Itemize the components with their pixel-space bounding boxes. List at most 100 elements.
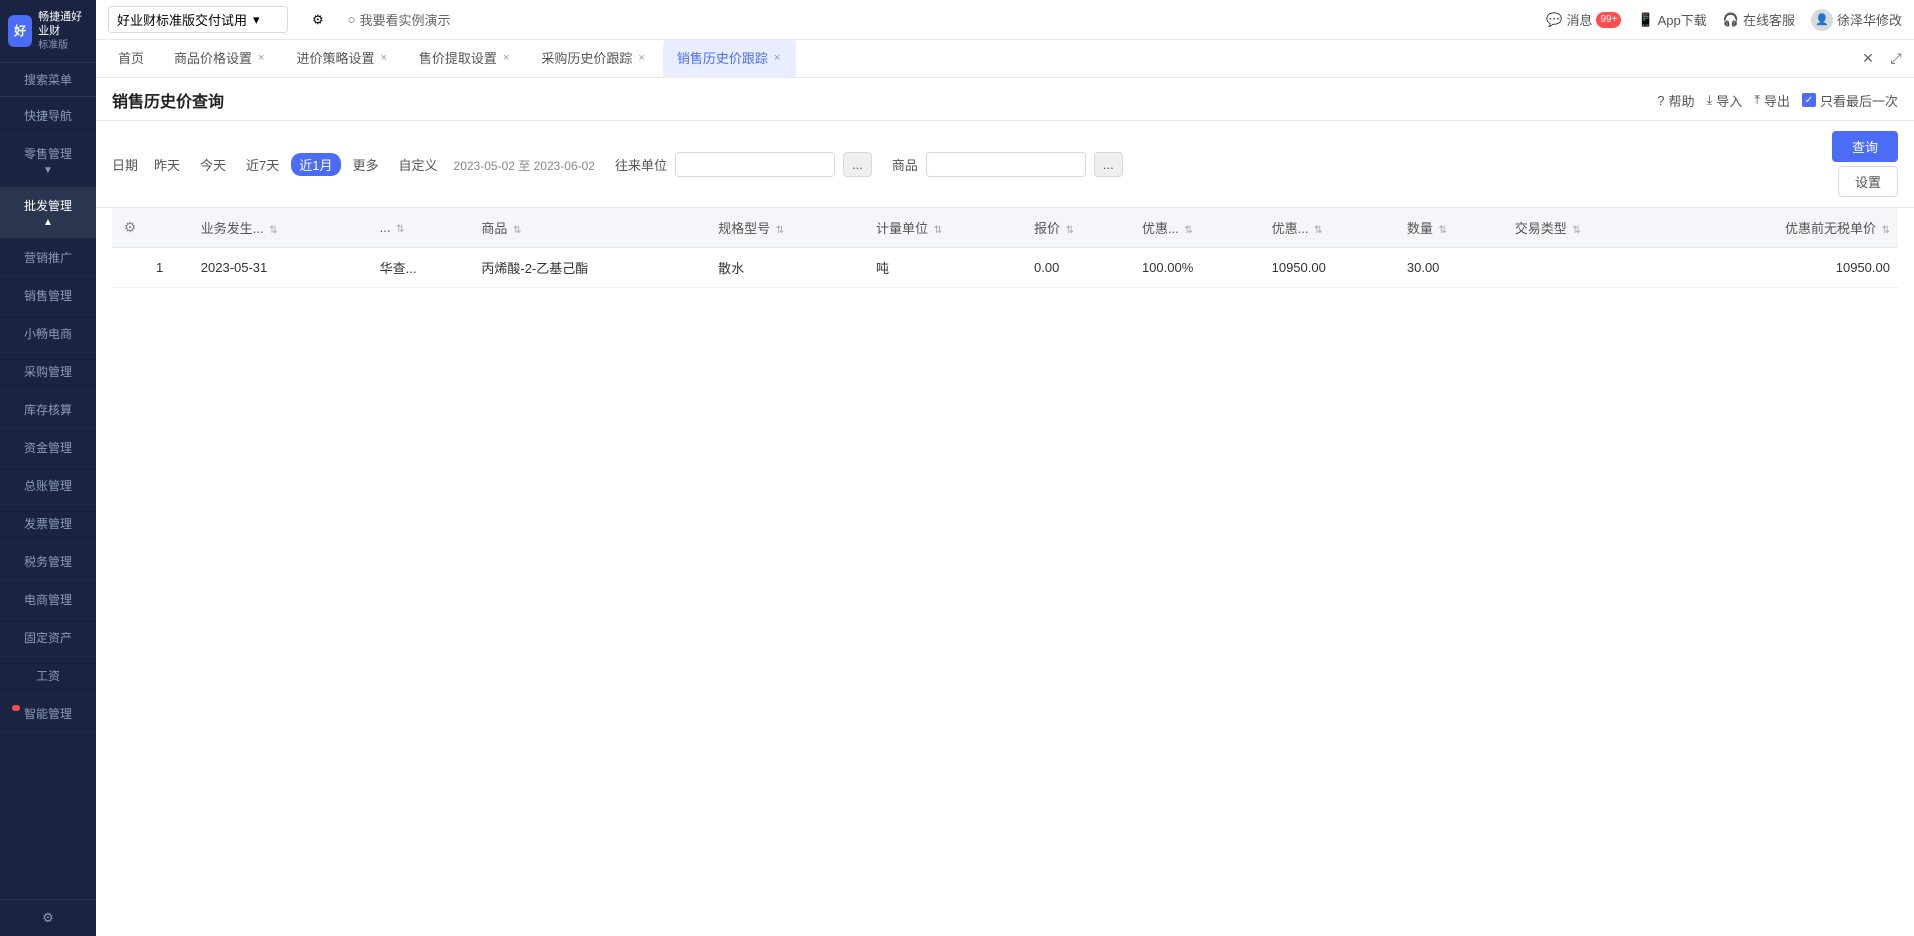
tab-close-sales-history[interactable]: × <box>772 52 782 64</box>
tab-close-product-price[interactable]: × <box>256 52 266 64</box>
date-option-last7[interactable]: 近7天 <box>238 153 287 176</box>
sidebar-item-marketing[interactable]: 营销推广 <box>0 239 96 277</box>
col-gear: ⚙ <box>112 208 148 248</box>
download-icon: 📱 <box>1637 12 1653 28</box>
tab-sales-history[interactable]: 销售历史价跟踪 × <box>663 40 796 77</box>
row-product: 丙烯酸-2-乙基己酯 <box>473 248 710 288</box>
sidebar-item-ecommerce-small[interactable]: 小畅电商 <box>0 315 96 353</box>
page-header: 销售历史价查询 ? 帮助 ⤓ 导入 ⤒ 导出 ✓ 只看最后一次 <box>96 78 1914 121</box>
sidebar-item-wholesale[interactable]: 批发管理 ▲ <box>0 187 96 239</box>
sidebar-item-invoice[interactable]: 发票管理 <box>0 505 96 543</box>
col-discount1[interactable]: 优惠... ⇅ <box>1134 208 1264 248</box>
app-name: 畅捷通好业财 标准版 <box>38 10 88 52</box>
source-unit-more-button[interactable]: ... <box>843 152 872 177</box>
sidebar-search[interactable]: 搜索菜单 <box>0 63 96 97</box>
topbar-settings[interactable]: ⚙ <box>304 9 332 31</box>
col-tx-type[interactable]: 交易类型 ⇅ <box>1507 208 1665 248</box>
product-input[interactable] <box>926 152 1086 177</box>
sidebar-item-sales[interactable]: 销售管理 <box>0 277 96 315</box>
window-close-button[interactable]: ✕ <box>1858 49 1878 69</box>
tab-close-purchase-strategy[interactable]: × <box>378 52 388 64</box>
product-label: 商品 <box>892 155 918 174</box>
message-badge: 99+ <box>1596 12 1621 28</box>
tab-price-extract[interactable]: 售价提取设置 × <box>405 40 525 77</box>
sidebar-item-finance[interactable]: 资金管理 <box>0 429 96 467</box>
source-unit-filter-group: 往来单位 ... <box>615 152 872 177</box>
date-option-yesterday[interactable]: 昨天 <box>146 153 188 176</box>
app-download-button[interactable]: 📱 App下载 <box>1637 10 1706 29</box>
date-option-today[interactable]: 今天 <box>192 153 234 176</box>
sort-icon-tx-type: ⇅ <box>1572 225 1580 236</box>
date-option-last1month[interactable]: 近1月 <box>291 153 340 176</box>
sort-icon-price: ⇅ <box>1066 225 1074 236</box>
sidebar-settings-button[interactable]: ⚙ <box>0 899 96 936</box>
user-menu[interactable]: 👤 徐泽华修改 <box>1811 9 1902 31</box>
message-button[interactable]: 💬 消息 99+ <box>1546 10 1621 29</box>
col-more[interactable]: ... ⇅ <box>372 208 474 248</box>
row-pretax-price: 10950.00 <box>1665 248 1898 288</box>
tab-purchase-strategy[interactable]: 进价策略设置 × <box>282 40 402 77</box>
product-more-button[interactable]: ... <box>1094 152 1123 177</box>
date-option-more[interactable]: 更多 <box>345 153 387 176</box>
col-unit[interactable]: 计量单位 ⇅ <box>868 208 1026 248</box>
sidebar-item-retail[interactable]: 零售管理 ▼ <box>0 135 96 187</box>
sidebar-quick-nav[interactable]: 快捷导航 <box>0 97 96 135</box>
sidebar-item-smart[interactable]: 智能管理 <box>0 695 96 733</box>
col-biz-date[interactable]: 业务发生... ⇅ <box>193 208 372 248</box>
sort-icon-discount1: ⇅ <box>1184 225 1192 236</box>
import-button[interactable]: ⤓ 导入 <box>1706 91 1742 110</box>
help-icon: ? <box>1657 93 1664 108</box>
sidebar-item-inventory[interactable]: 库存核算 <box>0 391 96 429</box>
sort-icon-more: ⇅ <box>396 224 404 235</box>
date-option-custom[interactable]: 自定义 <box>391 153 446 176</box>
last-only-checkbox[interactable]: ✓ 只看最后一次 <box>1802 91 1898 110</box>
online-service-button[interactable]: 🎧 在线客服 <box>1723 10 1795 29</box>
setting-button[interactable]: 设置 <box>1838 166 1898 197</box>
tab-close-purchase-history[interactable]: × <box>636 52 646 64</box>
sidebar-item-payroll[interactable]: 工资 <box>0 657 96 695</box>
product-selector[interactable]: 好业财标准版交付试用 ▾ <box>108 6 288 33</box>
sort-icon-quantity: ⇅ <box>1439 225 1447 236</box>
chevron-down-icon: ▾ <box>253 12 260 28</box>
sidebar-item-purchase[interactable]: 采购管理 <box>0 353 96 391</box>
table-gear-icon[interactable]: ⚙ <box>124 219 137 235</box>
help-button[interactable]: ? 帮助 <box>1657 91 1694 110</box>
row-more: 华查... <box>372 248 474 288</box>
col-pretax-price[interactable]: 优惠前无税单价 ⇅ <box>1665 208 1898 248</box>
gear-icon: ⚙ <box>42 910 54 925</box>
col-product[interactable]: 商品 ⇅ <box>473 208 710 248</box>
row-discount2: 10950.00 <box>1264 248 1399 288</box>
tab-product-price[interactable]: 商品价格设置 × <box>160 40 280 77</box>
col-spec[interactable]: 规格型号 ⇅ <box>710 208 868 248</box>
table-header-row: ⚙ 业务发生... ⇅ ... ⇅ 商品 ⇅ <box>112 208 1898 248</box>
col-price[interactable]: 报价 ⇅ <box>1026 208 1134 248</box>
tab-purchase-history[interactable]: 采购历史价跟踪 × <box>527 40 660 77</box>
page-title: 销售历史价查询 <box>112 88 224 112</box>
table-row: 1 2023-05-31 华查... 丙烯酸-2-乙基己酯 散水 吨 0.00 … <box>112 248 1898 288</box>
sidebar-item-ledger[interactable]: 总账管理 <box>0 467 96 505</box>
demo-link[interactable]: ○ 我要看实例演示 <box>348 10 451 29</box>
sidebar: 好 畅捷通好业财 标准版 搜索菜单 快捷导航 零售管理 ▼ 批发管理 ▲ 营销推… <box>0 0 96 936</box>
tab-home[interactable]: 首页 <box>104 40 158 77</box>
export-icon: ⤒ <box>1754 92 1760 108</box>
export-button[interactable]: ⤒ 导出 <box>1754 91 1790 110</box>
sidebar-item-tax[interactable]: 税务管理 <box>0 543 96 581</box>
sort-icon: ⇅ <box>269 225 277 236</box>
sidebar-item-ecommerce[interactable]: 电商管理 <box>0 581 96 619</box>
date-filter-group: 日期 昨天 今天 近7天 近1月 更多 自定义 2023-05-02 至 202… <box>112 153 595 176</box>
sidebar-item-fixed-assets[interactable]: 固定资产 <box>0 619 96 657</box>
user-avatar-icon: 👤 <box>1811 9 1833 31</box>
product-name: 好业财标准版交付试用 <box>117 10 247 29</box>
row-spec: 散水 <box>710 248 868 288</box>
row-index: 1 <box>148 248 193 288</box>
tab-close-price-extract[interactable]: × <box>501 52 511 64</box>
row-unit: 吨 <box>868 248 1026 288</box>
demo-icon: ○ <box>348 12 356 27</box>
source-unit-input[interactable] <box>675 152 835 177</box>
query-button[interactable]: 查询 <box>1832 131 1898 162</box>
sort-icon-unit: ⇅ <box>934 225 942 236</box>
window-maximize-button[interactable]: ⤢ <box>1886 49 1906 69</box>
col-quantity[interactable]: 数量 ⇅ <box>1399 208 1507 248</box>
col-discount2[interactable]: 优惠... ⇅ <box>1264 208 1399 248</box>
row-tx-type <box>1507 248 1665 288</box>
